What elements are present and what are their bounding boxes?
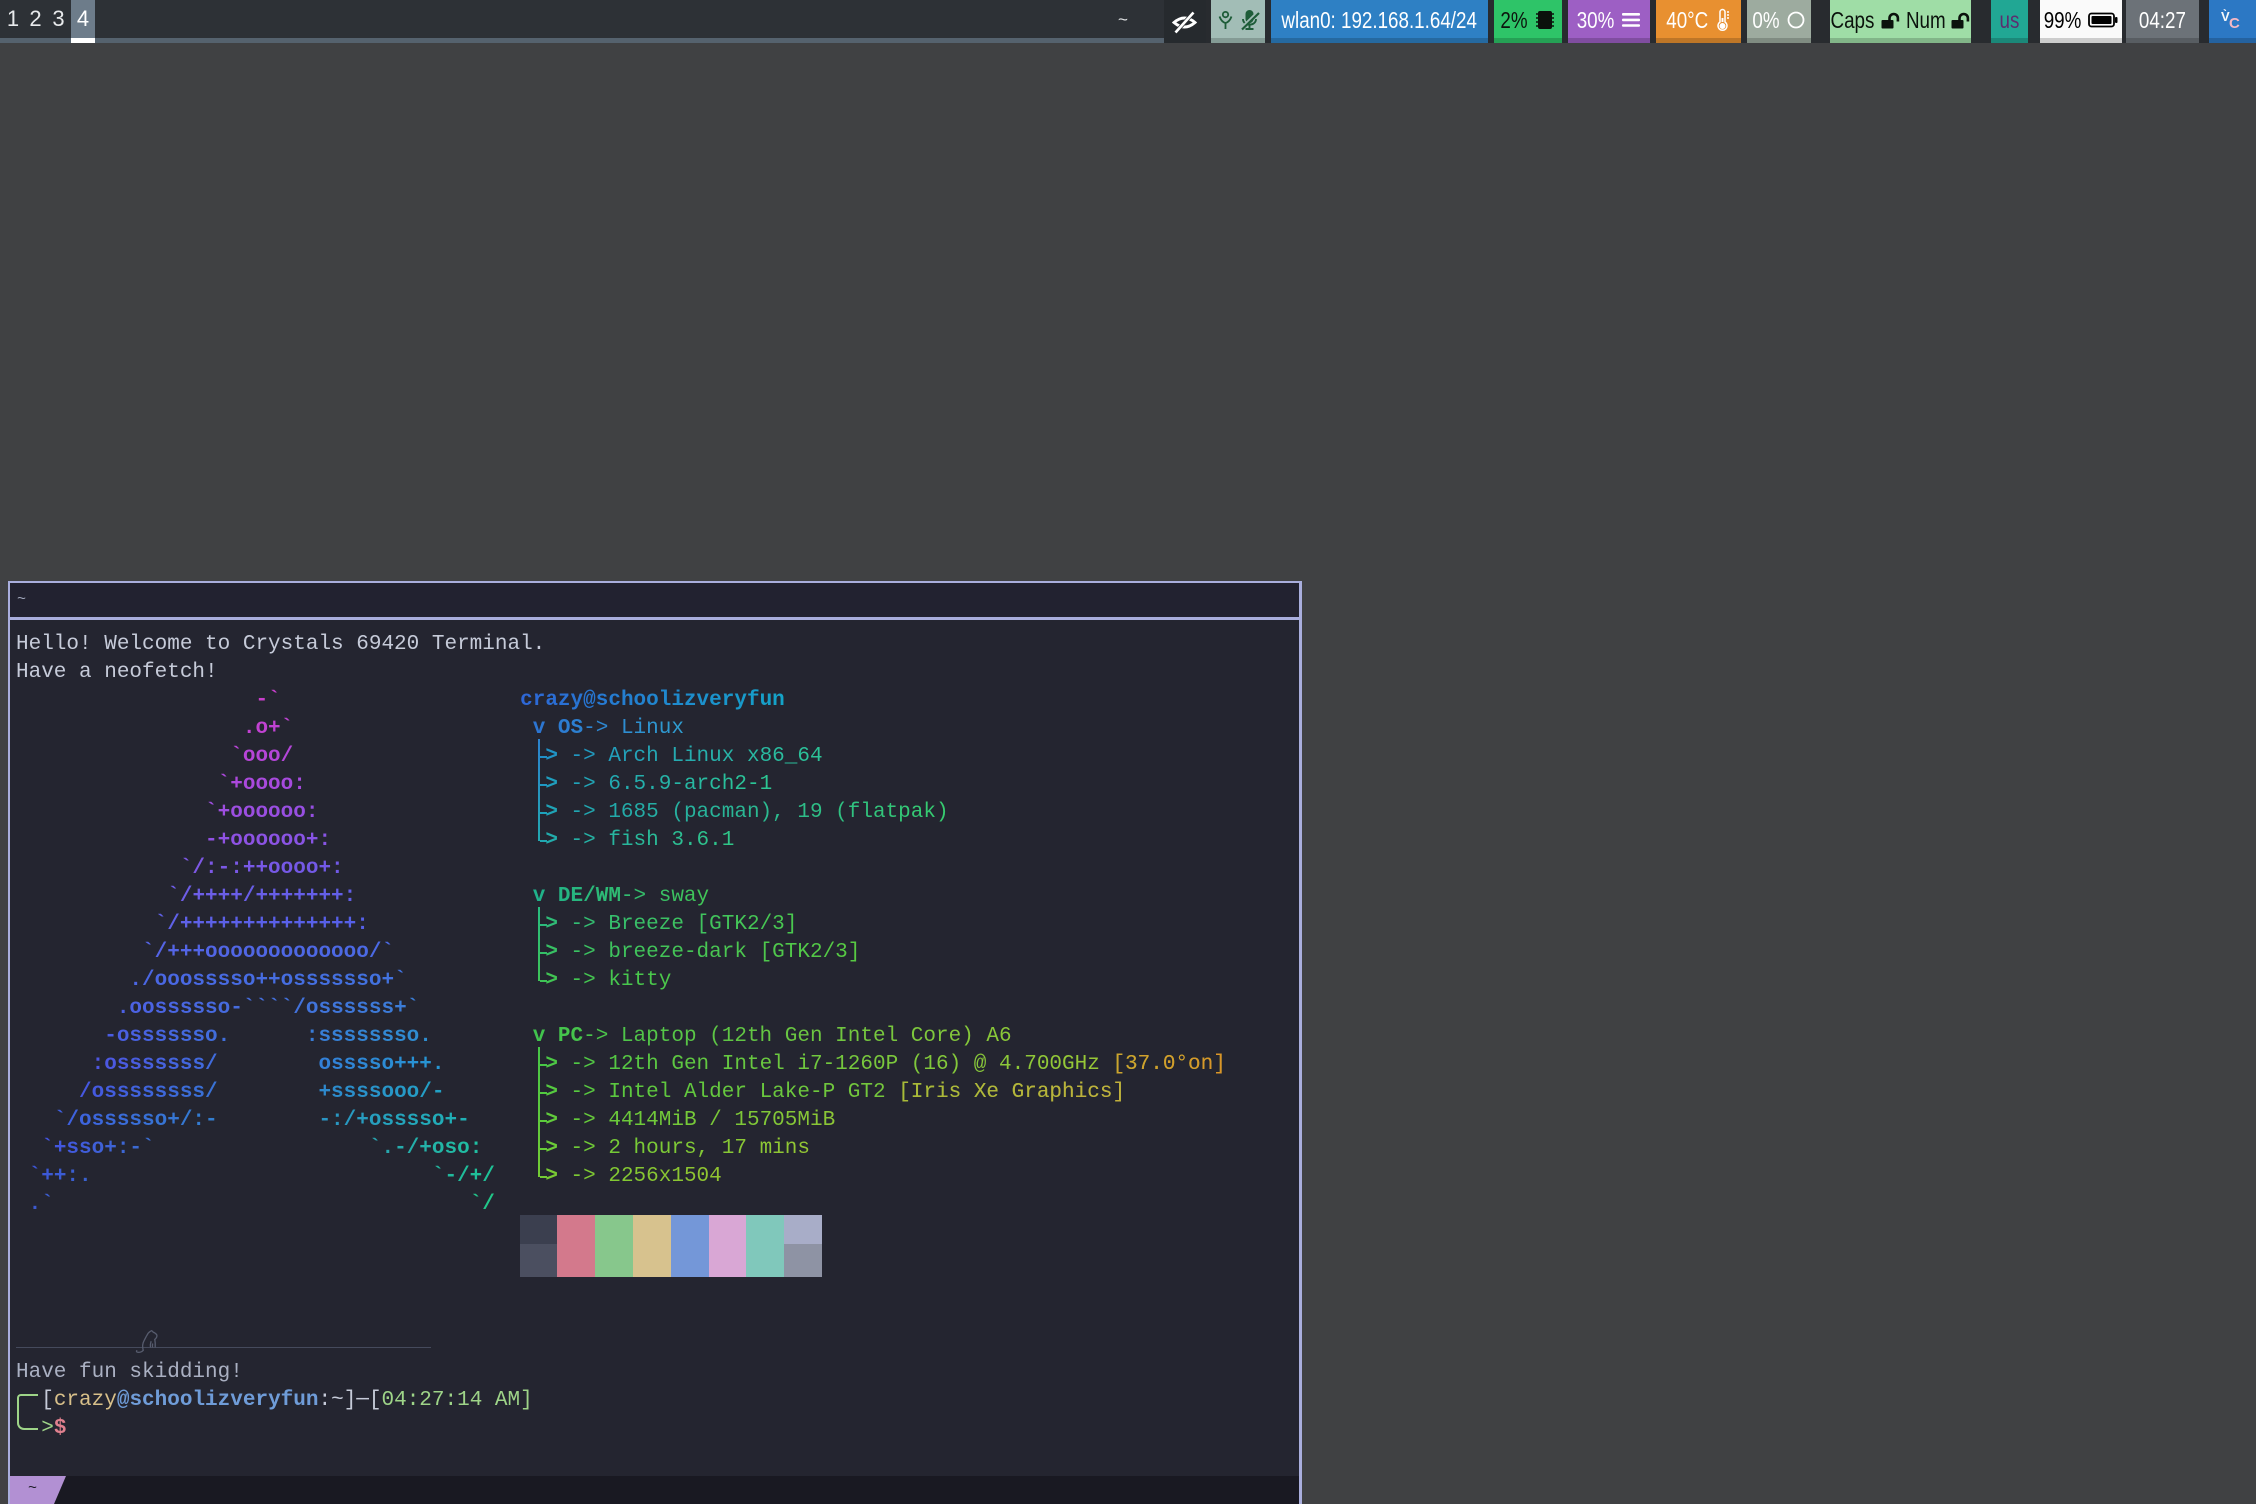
svg-text:C: C <box>2229 15 2240 32</box>
